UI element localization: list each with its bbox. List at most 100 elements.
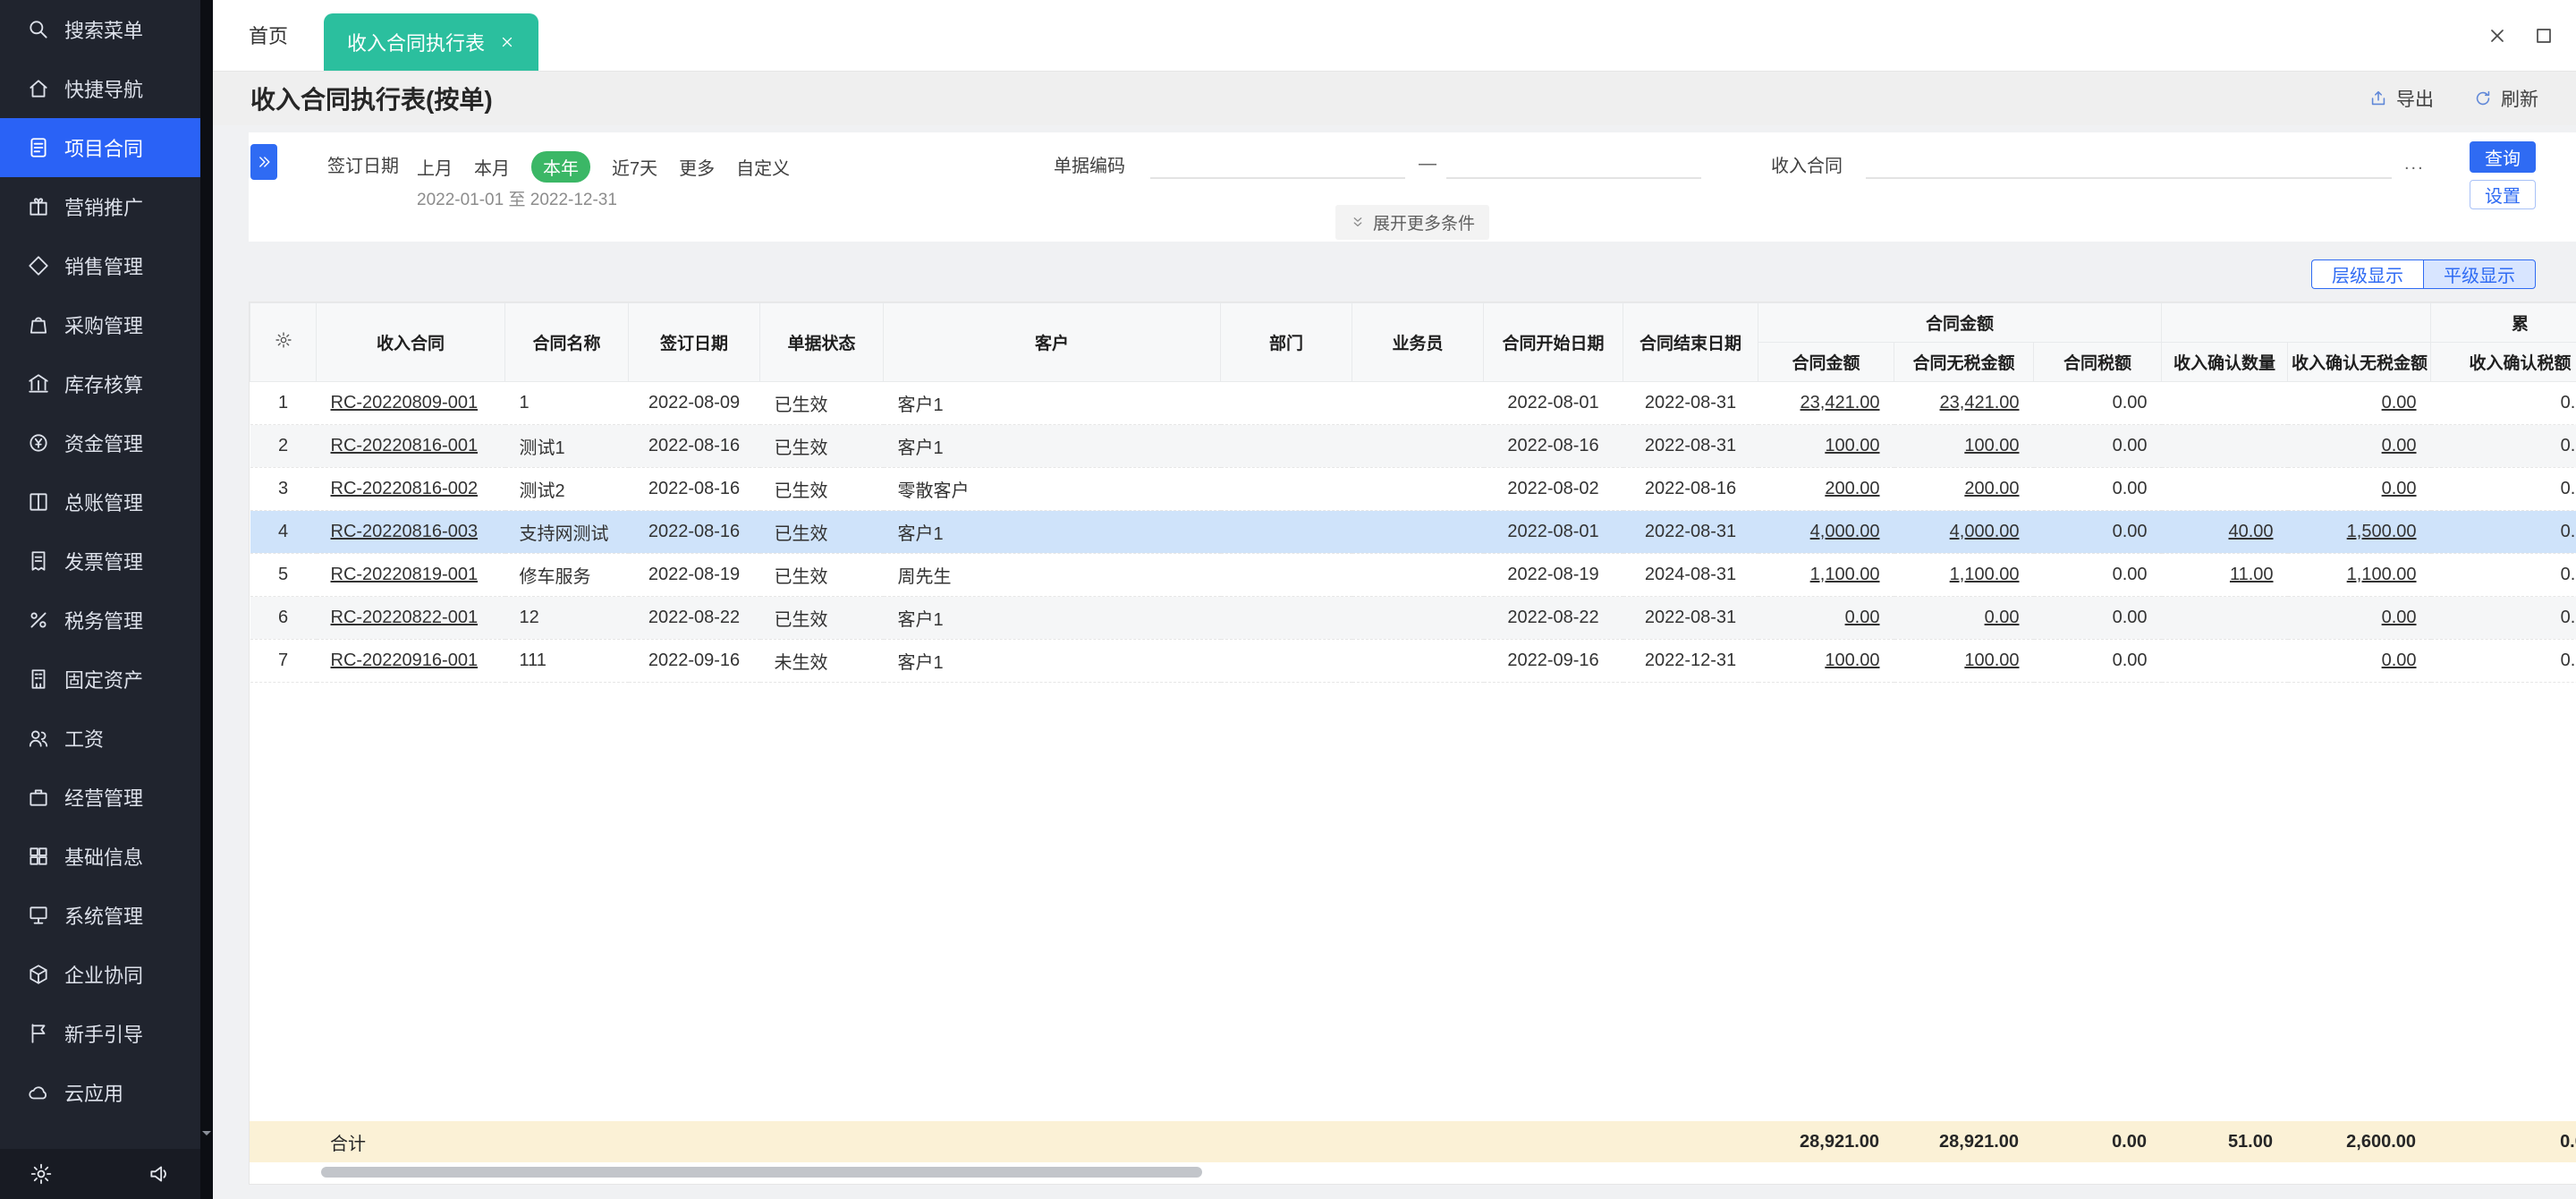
sidebar-item-label: 新手引导 — [64, 1024, 144, 1046]
contract-link[interactable]: RC-20220816-003 — [331, 522, 479, 541]
cell-合同税额: 0.00 — [2033, 639, 2162, 683]
sidebar-item-1[interactable]: 搜索菜单 — [0, 0, 200, 59]
sidebar-item-8[interactable]: 资金管理 — [0, 413, 200, 472]
amount-drill-link[interactable]: 4,000.00 — [1950, 522, 2020, 541]
amount-drill-link[interactable]: 0.00 — [2382, 436, 2417, 455]
contract-link[interactable]: RC-20220809-001 — [331, 393, 479, 412]
sidebar-item-7[interactable]: 库存核算 — [0, 354, 200, 413]
contract-link[interactable]: RC-20220822-001 — [331, 608, 479, 627]
amount-drill-link[interactable]: 11.00 — [2230, 565, 2274, 584]
gear-icon[interactable] — [30, 1162, 53, 1186]
tab-close-icon[interactable] — [499, 34, 515, 50]
amount-drill-link[interactable]: 1,100.00 — [1950, 565, 2020, 584]
amount-drill-link[interactable]: 40.00 — [2228, 522, 2273, 541]
table-row[interactable]: 4 RC-20220816-003 支持网测试 2022-08-16 已生效 客户1 202… — [250, 510, 2576, 554]
chevrons-right-icon — [255, 153, 273, 171]
cell-合同税额: 0.00 — [2033, 381, 2162, 425]
amount-drill-link[interactable]: 100.00 — [1825, 436, 1879, 455]
amount-drill-link[interactable]: 1,100.00 — [1810, 565, 1880, 584]
expand-more-conditions-button[interactable]: 展开更多条件 — [1335, 205, 1490, 240]
tab-income-contract-report[interactable]: 收入合同执行表 — [324, 13, 539, 71]
tab-home[interactable]: 首页 — [213, 0, 324, 71]
amount-drill-link[interactable]: 0.00 — [2382, 479, 2417, 498]
doc-code-input-from[interactable] — [1150, 149, 1405, 179]
title-actions: 导出 刷新 — [2368, 85, 2538, 112]
sidebar-item-4[interactable]: 营销推广 — [0, 177, 200, 236]
sidebar-item-12[interactable]: 固定资产 — [0, 650, 200, 709]
scroll-down-arrow-icon[interactable] — [202, 1131, 211, 1140]
sidebar-item-17[interactable]: 企业协同 — [0, 945, 200, 1004]
window-close-icon[interactable] — [2487, 25, 2508, 47]
table-row[interactable]: 6 RC-20220822-001 12 2022-08-22 已生效 客户1 2022-0… — [250, 596, 2576, 640]
sidebar-item-11[interactable]: 税务管理 — [0, 591, 200, 650]
amount-drill-link[interactable]: 0.00 — [2382, 651, 2417, 670]
more-options-ellipsis[interactable]: ... — [2404, 154, 2425, 174]
cell-收入合同: RC-20220809-001 — [316, 381, 505, 425]
quick-date-option[interactable]: 本年 — [531, 150, 590, 183]
quick-date-option[interactable]: 更多 — [679, 154, 715, 180]
table-row[interactable]: 2 RC-20220816-001 测试1 2022-08-16 已生效 客户1 2022-… — [250, 424, 2576, 468]
collapse-filter-button[interactable] — [250, 144, 277, 180]
sidebar-item-15[interactable]: 基础信息 — [0, 827, 200, 886]
refresh-button[interactable]: 刷新 — [2473, 85, 2538, 112]
sidebar-scrollbar[interactable] — [200, 0, 213, 1199]
chevrons-down-icon — [1350, 215, 1366, 231]
amount-drill-link[interactable]: 23,421.00 — [1801, 393, 1880, 412]
sidebar-item-2[interactable]: 快捷导航 — [0, 59, 200, 118]
table-row[interactable]: 7 RC-20220916-001 111 2022-09-16 未生效 客户1 2022-… — [250, 639, 2576, 683]
column-settings-icon[interactable] — [275, 331, 292, 349]
sidebar-item-3[interactable]: 项目合同 — [0, 118, 200, 177]
sidebar-item-16[interactable]: 系统管理 — [0, 886, 200, 945]
sidebar-item-6[interactable]: 采购管理 — [0, 295, 200, 354]
sidebar-item-5[interactable]: 销售管理 — [0, 236, 200, 295]
sidebar-item-10[interactable]: 发票管理 — [0, 531, 200, 591]
hierarchy-view-button[interactable]: 层级显示 — [2311, 259, 2423, 289]
settings-button[interactable]: 设置 — [2470, 180, 2536, 209]
speaker-icon[interactable] — [148, 1162, 171, 1186]
amount-drill-link[interactable]: 100.00 — [1825, 651, 1879, 670]
table-row[interactable]: 3 RC-20220816-002 测试2 2022-08-16 已生效 零散客户 2022… — [250, 467, 2576, 511]
total-value: 28,921.00 — [1894, 1121, 2033, 1162]
amount-drill-link[interactable]: 0.00 — [2382, 393, 2417, 412]
amount-drill-link[interactable]: 200.00 — [1964, 479, 2019, 498]
contract-link[interactable]: RC-20220816-002 — [331, 479, 479, 498]
flat-view-button[interactable]: 平级显示 — [2423, 259, 2536, 289]
cell-签订日期: 2022-08-09 — [628, 381, 760, 425]
amount-drill-link[interactable]: 100.00 — [1964, 436, 2019, 455]
amount-drill-link[interactable]: 0.00 — [1845, 608, 1880, 627]
doc-code-input-to[interactable] — [1446, 149, 1701, 179]
export-button[interactable]: 导出 — [2368, 85, 2434, 112]
quick-date-option[interactable]: 本月 — [474, 154, 510, 180]
amount-drill-link[interactable]: 100.00 — [1964, 651, 2019, 670]
amount-drill-link[interactable]: 1,100.00 — [2347, 565, 2417, 584]
contract-link[interactable]: RC-20220916-001 — [331, 651, 479, 670]
query-button[interactable]: 查询 — [2470, 141, 2536, 173]
contract-link[interactable]: RC-20220816-001 — [331, 436, 479, 455]
quick-date-option[interactable]: 上月 — [417, 154, 453, 180]
table-row[interactable]: 5 RC-20220819-001 修车服务 2022-08-19 已生效 周先生 2022… — [250, 553, 2576, 597]
amount-drill-link[interactable]: 0.00 — [2382, 608, 2417, 627]
cell-收入确认数量 — [2161, 467, 2288, 511]
amount-drill-link[interactable]: 23,421.00 — [1940, 393, 2020, 412]
contract-link[interactable]: RC-20220819-001 — [331, 565, 479, 584]
sidebar-item-label: 系统管理 — [64, 906, 144, 928]
cell-单据状态: 未生效 — [759, 639, 884, 683]
sidebar-item-18[interactable]: 新手引导 — [0, 1004, 200, 1063]
sidebar-item-9[interactable]: 总账管理 — [0, 472, 200, 531]
horizontal-scrollbar[interactable] — [250, 1166, 2576, 1178]
amount-drill-link[interactable]: 1,500.00 — [2347, 522, 2417, 541]
sidebar-item-19[interactable]: 云应用 — [0, 1063, 200, 1122]
quick-date-option[interactable]: 自定义 — [736, 154, 790, 180]
amount-drill-link[interactable]: 4,000.00 — [1810, 522, 1880, 541]
amount-drill-link[interactable]: 200.00 — [1825, 479, 1879, 498]
income-contract-input[interactable] — [1866, 149, 2392, 179]
quick-date-option[interactable]: 近7天 — [612, 154, 657, 180]
sidebar-item-13[interactable]: 工资 — [0, 709, 200, 768]
window-maximize-icon[interactable] — [2533, 25, 2555, 47]
row-number: 5 — [250, 553, 317, 597]
scrollbar-thumb[interactable] — [321, 1167, 1202, 1178]
table-row[interactable]: 1 RC-20220809-001 1 2022-08-09 已生效 客户1 2022-08… — [250, 381, 2576, 425]
sidebar-item-14[interactable]: 经营管理 — [0, 768, 200, 827]
amount-drill-link[interactable]: 0.00 — [1985, 608, 2020, 627]
cell-收入确认无税金额: 0.00 — [2287, 639, 2431, 683]
